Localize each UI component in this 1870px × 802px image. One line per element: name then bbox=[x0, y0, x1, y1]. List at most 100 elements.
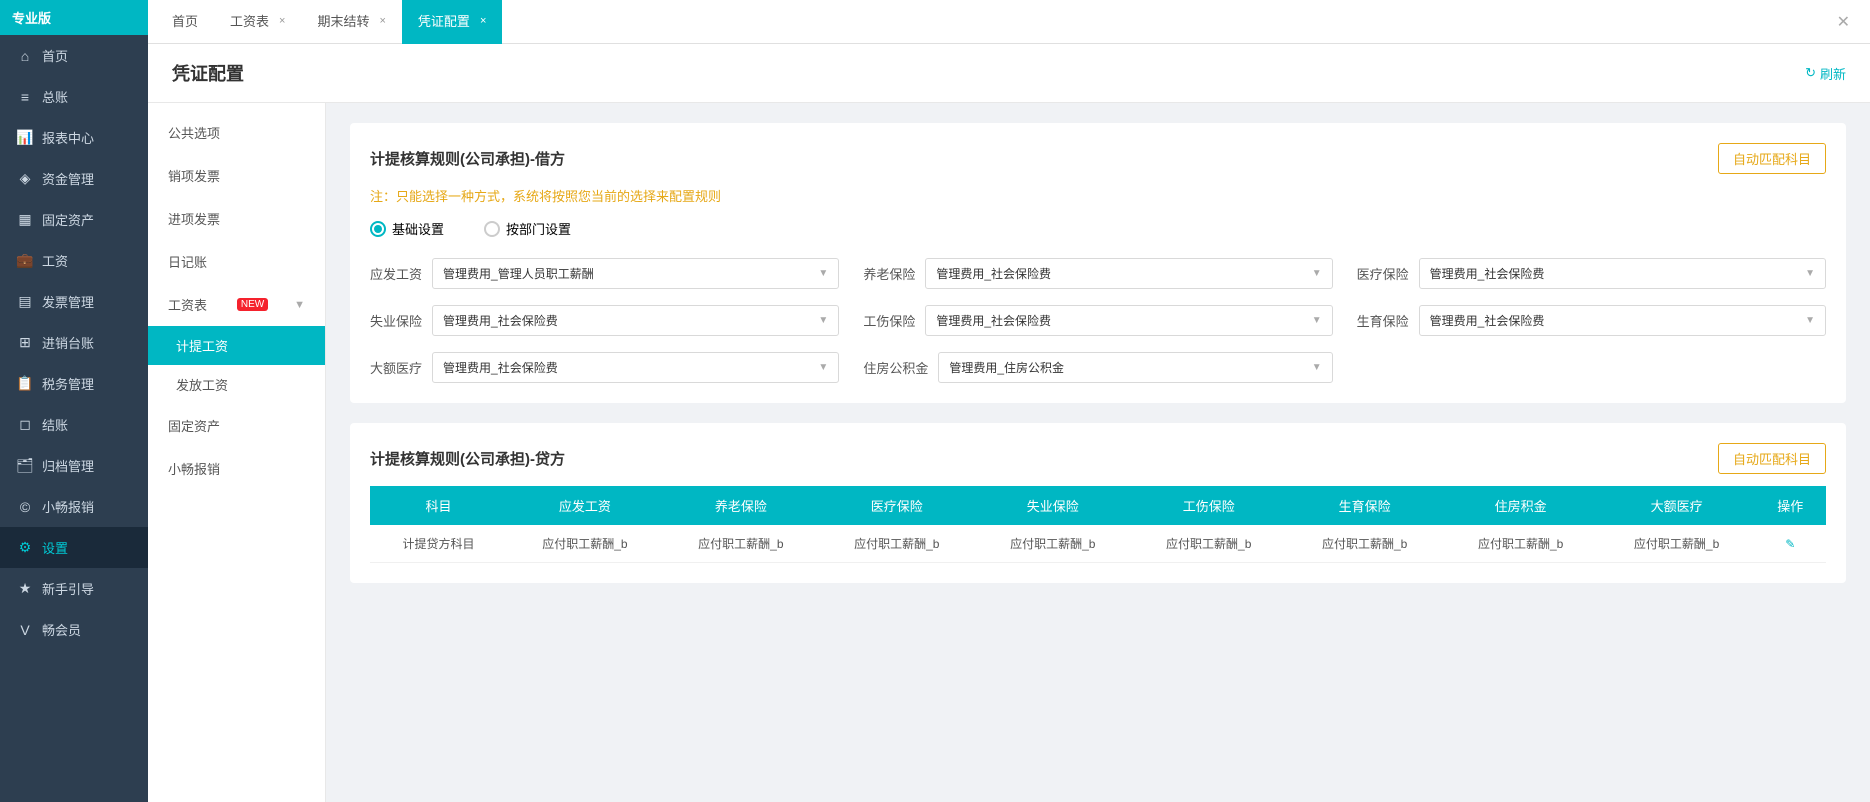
field-maternity-label: 生育保险 bbox=[1357, 311, 1409, 330]
sidebar-item-home[interactable]: ⌂ 首页 bbox=[0, 35, 148, 76]
cell-action[interactable]: ✎ bbox=[1755, 525, 1826, 563]
sidebar-item-reports[interactable]: 📊 报表中心 bbox=[0, 117, 148, 158]
sidebar-item-tax[interactable]: 📋 税务管理 bbox=[0, 363, 148, 404]
fields-grid: 应发工资 管理费用_管理人员职工薪酬 ▼ 养老保险 管理费用_社会保险费 ▼ bbox=[370, 258, 1826, 383]
nav-accrual[interactable]: 计提工资 bbox=[148, 326, 325, 365]
home-icon: ⌂ bbox=[16, 48, 34, 64]
radio-dept[interactable]: 按部门设置 bbox=[484, 219, 571, 238]
field-injury-value: 管理费用_社会保险费 bbox=[936, 312, 1051, 329]
tax-icon: 📋 bbox=[16, 375, 34, 392]
cell-maternity: 应付职工薪酬_b bbox=[1287, 525, 1443, 563]
funds-icon: ◈ bbox=[16, 170, 34, 187]
nav-sales-invoice[interactable]: 销项发票 bbox=[148, 154, 325, 197]
sidebar-item-label: 报表中心 bbox=[42, 128, 94, 147]
settle-icon: ◻ bbox=[16, 416, 34, 433]
main-area: 首页 工资表 × 期末结转 × 凭证配置 × ✕ 凭证配置 ↻ 刷新 公共选项 bbox=[148, 0, 1870, 802]
radio-dept-label: 按部门设置 bbox=[506, 219, 571, 238]
refresh-label: 刷新 bbox=[1820, 64, 1846, 83]
field-unemployment-value: 管理费用_社会保险费 bbox=[443, 312, 558, 329]
field-medical-select[interactable]: 管理费用_社会保险费 ▼ bbox=[1419, 258, 1826, 289]
warning-text: 注：只能选择一种方式，系统将按照您当前的选择来配置规则 bbox=[370, 186, 1826, 205]
field-unemployment-select[interactable]: 管理费用_社会保险费 ▼ bbox=[432, 305, 839, 336]
nav-fixed-assets[interactable]: 固定资产 bbox=[148, 404, 325, 447]
section-credit-header: 计提核算规则(公司承担)-贷方 自动匹配科目 bbox=[370, 443, 1826, 474]
tab-bar: 首页 工资表 × 期末结转 × 凭证配置 × ✕ bbox=[148, 0, 1870, 44]
auto-match-credit-button[interactable]: 自动匹配科目 bbox=[1718, 443, 1826, 474]
tab-payroll[interactable]: 工资表 × bbox=[214, 0, 301, 44]
tab-period[interactable]: 期末结转 × bbox=[301, 0, 401, 44]
refresh-button[interactable]: ↻ 刷新 bbox=[1805, 64, 1846, 83]
nav-distribution[interactable]: 发放工资 bbox=[148, 365, 325, 404]
sidebar-item-funds[interactable]: ◈ 资金管理 bbox=[0, 158, 148, 199]
sidebar-item-salary[interactable]: 💼 工资 bbox=[0, 240, 148, 281]
field-injury-select[interactable]: 管理费用_社会保险费 ▼ bbox=[925, 305, 1332, 336]
field-major-medical-label: 大额医疗 bbox=[370, 358, 422, 377]
field-salary-label: 应发工资 bbox=[370, 264, 422, 283]
field-unemployment-label: 失业保险 bbox=[370, 311, 422, 330]
tab-payroll-label: 工资表 bbox=[230, 11, 269, 30]
tab-home[interactable]: 首页 bbox=[156, 0, 214, 44]
field-pension-select[interactable]: 管理费用_社会保险费 ▼ bbox=[925, 258, 1332, 289]
col-housing: 住房积金 bbox=[1443, 486, 1599, 525]
col-action: 操作 bbox=[1755, 486, 1826, 525]
tab-period-close[interactable]: × bbox=[379, 15, 385, 27]
field-housing: 住房公积金 管理费用_住房公积金 ▼ bbox=[863, 352, 1332, 383]
tab-payroll-close[interactable]: × bbox=[279, 15, 285, 27]
sidebar-item-vip[interactable]: V 畅会员 bbox=[0, 609, 148, 650]
close-all-button[interactable]: ✕ bbox=[1825, 12, 1862, 32]
sidebar-item-label: 税务管理 bbox=[42, 374, 94, 393]
field-major-medical-select[interactable]: 管理费用_社会保险费 ▼ bbox=[432, 352, 839, 383]
table-row: 计提贷方科目 应付职工薪酬_b 应付职工薪酬_b 应付职工薪酬_b 应付职工薪酬… bbox=[370, 525, 1826, 563]
sidebar-item-xiaochang[interactable]: © 小畅报销 bbox=[0, 486, 148, 527]
salary-icon: 💼 bbox=[16, 252, 34, 269]
sidebar-item-stock[interactable]: ⊞ 进销台账 bbox=[0, 322, 148, 363]
invoices-icon: ▤ bbox=[16, 293, 34, 310]
nav-journal[interactable]: 日记账 bbox=[148, 240, 325, 283]
sidebar-item-label: 畅会员 bbox=[42, 620, 81, 639]
col-salary: 应发工资 bbox=[507, 486, 663, 525]
archive-icon: 🗂 bbox=[16, 457, 34, 474]
chevron-down-icon: ▼ bbox=[1312, 268, 1322, 279]
col-pension: 养老保险 bbox=[663, 486, 819, 525]
sidebar: 专业版 ⌂ 首页 ≡ 总账 📊 报表中心 ◈ 资金管理 ▦ 固定资产 💼 工资 … bbox=[0, 0, 148, 802]
page-header: 凭证配置 ↻ 刷新 bbox=[148, 44, 1870, 103]
field-maternity-select[interactable]: 管理费用_社会保险费 ▼ bbox=[1419, 305, 1826, 336]
content-area: 公共选项 销项发票 进项发票 日记账 工资表 NEW ▼ 计提工资 发放工资 bbox=[148, 103, 1870, 802]
sidebar-item-ledger[interactable]: ≡ 总账 bbox=[0, 76, 148, 117]
sidebar-item-settle[interactable]: ◻ 结账 bbox=[0, 404, 148, 445]
sidebar-item-settings[interactable]: ⚙ 设置 bbox=[0, 527, 148, 568]
page-title: 凭证配置 bbox=[172, 60, 244, 86]
nav-purchase-invoice[interactable]: 进项发票 bbox=[148, 197, 325, 240]
auto-match-debit-button[interactable]: 自动匹配科目 bbox=[1718, 143, 1826, 174]
sidebar-item-archive[interactable]: 🗂 归档管理 bbox=[0, 445, 148, 486]
tab-voucher[interactable]: 凭证配置 × bbox=[402, 0, 502, 44]
sidebar-item-label: 固定资产 bbox=[42, 210, 94, 229]
radio-basic[interactable]: 基础设置 bbox=[370, 219, 444, 238]
nav-public[interactable]: 公共选项 bbox=[148, 111, 325, 154]
sidebar-item-label: 归档管理 bbox=[42, 456, 94, 475]
col-maternity: 生育保险 bbox=[1287, 486, 1443, 525]
nav-expense[interactable]: 小畅报销 bbox=[148, 447, 325, 490]
field-medical: 医疗保险 管理费用_社会保险费 ▼ bbox=[1357, 258, 1826, 289]
app-edition: 专业版 bbox=[0, 0, 148, 35]
section-debit-title: 计提核算规则(公司承担)-借方 bbox=[370, 148, 565, 169]
field-pension-label: 养老保险 bbox=[863, 264, 915, 283]
cell-major-medical: 应付职工薪酬_b bbox=[1599, 525, 1755, 563]
field-pension: 养老保险 管理费用_社会保险费 ▼ bbox=[863, 258, 1332, 289]
credit-table: 科目 应发工资 养老保险 医疗保险 失业保险 工伤保险 生育保险 住房积金 大额… bbox=[370, 486, 1826, 563]
chevron-down-icon: ▼ bbox=[1805, 315, 1815, 326]
field-salary-select[interactable]: 管理费用_管理人员职工薪酬 ▼ bbox=[432, 258, 839, 289]
xiaochang-icon: © bbox=[16, 499, 34, 515]
nav-payroll-table[interactable]: 工资表 NEW ▼ bbox=[148, 283, 325, 326]
radio-basic-circle bbox=[370, 221, 386, 237]
sidebar-item-guide[interactable]: ★ 新手引导 bbox=[0, 568, 148, 609]
sidebar-item-assets[interactable]: ▦ 固定资产 bbox=[0, 199, 148, 240]
sidebar-item-label: 结账 bbox=[42, 415, 68, 434]
tab-voucher-close[interactable]: × bbox=[480, 15, 486, 27]
expand-icon: ▼ bbox=[294, 299, 305, 311]
left-nav: 公共选项 销项发票 进项发票 日记账 工资表 NEW ▼ 计提工资 发放工资 bbox=[148, 103, 326, 802]
settings-icon: ⚙ bbox=[16, 539, 34, 556]
chevron-down-icon: ▼ bbox=[1312, 362, 1322, 373]
sidebar-item-invoices[interactable]: ▤ 发票管理 bbox=[0, 281, 148, 322]
field-housing-select[interactable]: 管理费用_住房公积金 ▼ bbox=[938, 352, 1332, 383]
